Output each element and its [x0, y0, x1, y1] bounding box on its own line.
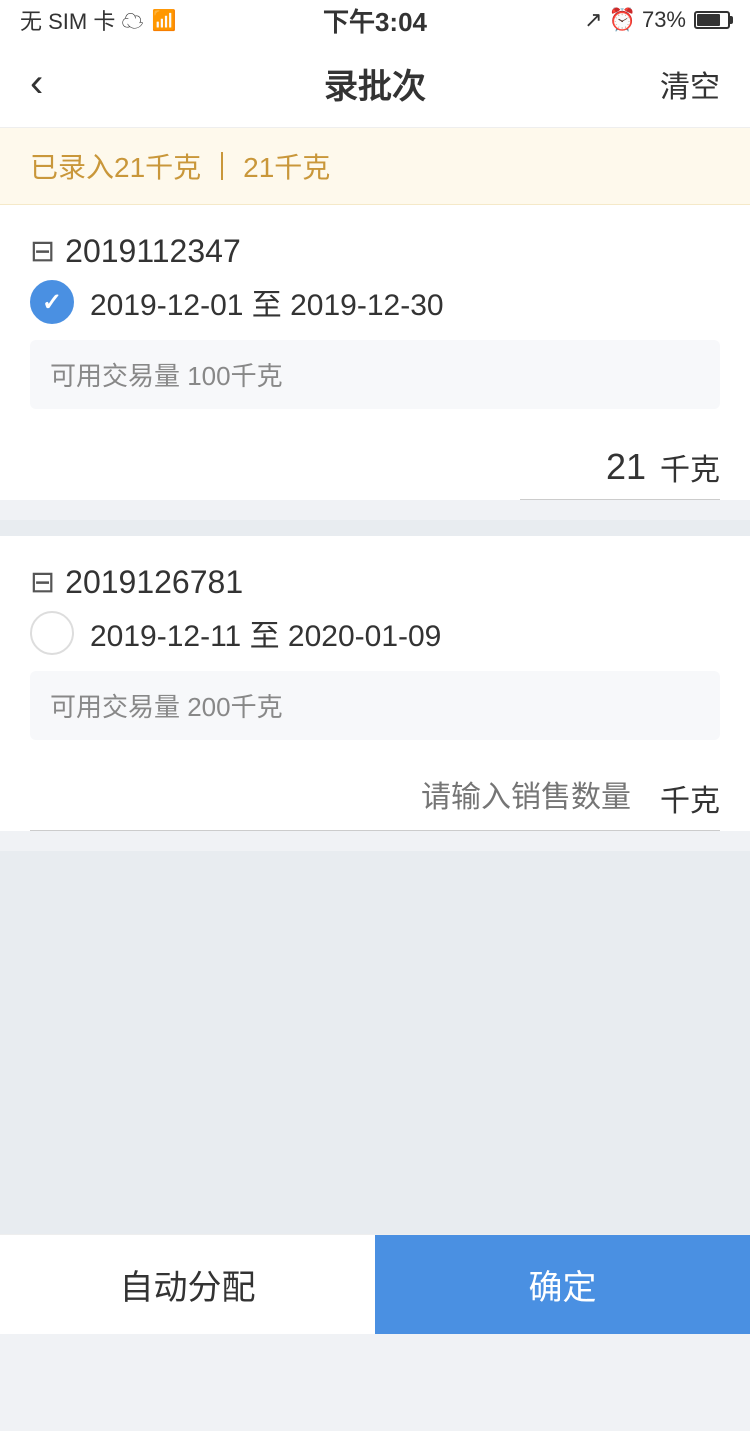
info-divider: [221, 152, 223, 180]
status-left: 无 SIM 卡 ☁ 📶: [20, 4, 176, 36]
info-value: 21千克: [243, 146, 330, 186]
batch1-radio[interactable]: [30, 280, 74, 324]
batch2-id: 2019126781: [65, 564, 243, 601]
clear-button[interactable]: 清空: [660, 62, 720, 106]
battery-percent: 73%: [642, 7, 686, 33]
wifi-icon: 📶: [151, 8, 176, 33]
batch2-date: 2019-12-11 至 2020-01-09: [90, 611, 441, 655]
batch1-amount[interactable]: 21: [606, 446, 646, 488]
batch2-header: ⊟ 2019126781: [0, 536, 750, 611]
batch1-avail-text: 可用交易量 100千克: [50, 361, 283, 391]
batch1-unit: 千克: [660, 445, 720, 489]
batch-card-1: ⊟ 2019112347 2019-12-01 至 2019-12-30 可用交…: [0, 205, 750, 500]
batch1-date: 2019-12-01 至 2019-12-30: [90, 280, 444, 324]
battery-fill: [697, 14, 720, 26]
batch2-avail-text: 可用交易量 200千克: [50, 692, 283, 722]
page-title: 录批次: [324, 59, 426, 108]
bottom-buttons: 自动分配 确定: [0, 1234, 750, 1334]
info-label: 已录入21千克: [30, 146, 201, 186]
sim-label: 无 SIM 卡 ☁: [20, 4, 143, 36]
location-icon: ↗: [584, 7, 602, 33]
info-banner: 已录入21千克 21千克: [0, 128, 750, 205]
nav-bar: ‹ 录批次 清空: [0, 40, 750, 128]
batch1-underline: [520, 499, 720, 500]
back-button[interactable]: ‹: [30, 61, 43, 106]
batch2-date-row[interactable]: 2019-12-11 至 2020-01-09: [0, 611, 750, 671]
status-right: ↗ ⏰ 73%: [584, 7, 730, 33]
batch1-id: 2019112347: [65, 233, 241, 270]
batch2-unit: 千克: [660, 776, 720, 820]
batch2-avail-row: 可用交易量 200千克: [30, 671, 720, 740]
batch2-underline: [30, 830, 720, 831]
alarm-icon: ⏰: [609, 7, 636, 33]
batch1-avail-row: 可用交易量 100千克: [30, 340, 720, 409]
confirm-button[interactable]: 确定: [375, 1235, 750, 1334]
batch1-amount-row: 21 千克: [0, 429, 750, 499]
batch2-icon: ⊟: [30, 565, 55, 600]
auto-distribute-button[interactable]: 自动分配: [0, 1235, 375, 1334]
batch2-input-row[interactable]: 千克: [0, 760, 750, 830]
batch1-icon: ⊟: [30, 234, 55, 269]
batch-card-2: ⊟ 2019126781 2019-12-11 至 2020-01-09 可用交…: [0, 536, 750, 831]
status-bar: 无 SIM 卡 ☁ 📶 下午3:04 ↗ ⏰ 73%: [0, 0, 750, 40]
batch2-quantity-input[interactable]: [30, 781, 646, 815]
status-time: 下午3:04: [323, 2, 427, 39]
battery-bar: [694, 11, 730, 29]
batch2-radio[interactable]: [30, 611, 74, 655]
batch1-date-row[interactable]: 2019-12-01 至 2019-12-30: [0, 280, 750, 340]
batch1-header: ⊟ 2019112347: [0, 205, 750, 280]
section-separator-1: [0, 520, 750, 536]
